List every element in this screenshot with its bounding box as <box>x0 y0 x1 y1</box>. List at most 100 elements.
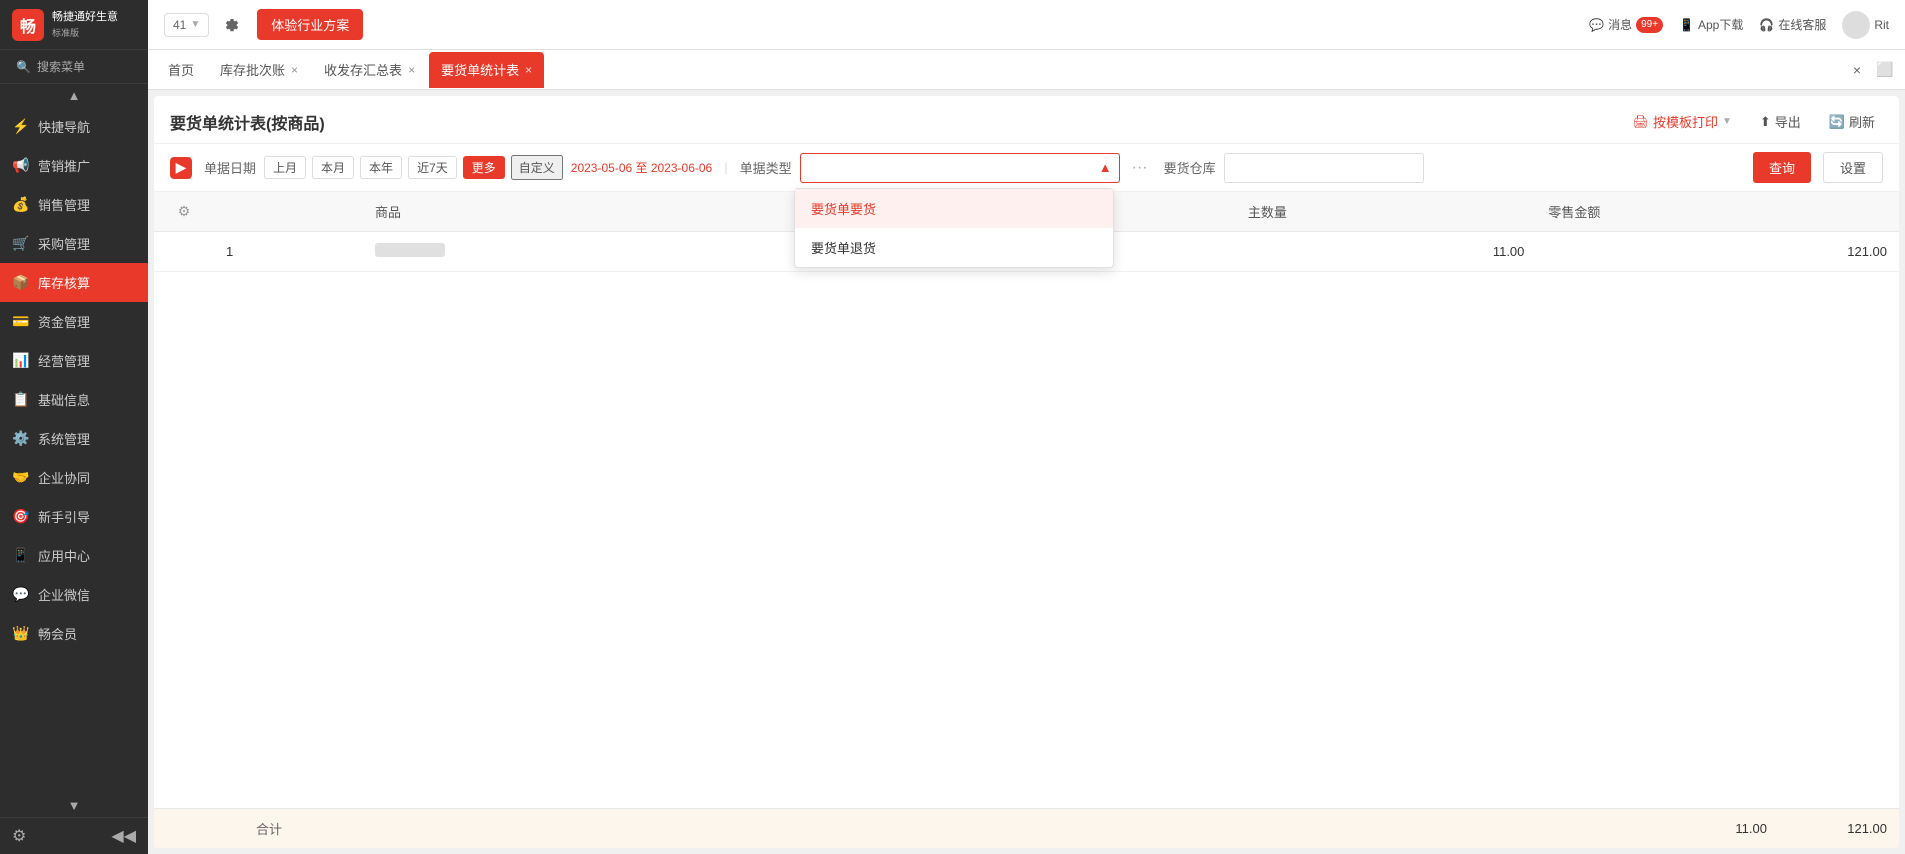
sidebar-item-purchase[interactable]: 🛒 采购管理 <box>0 224 148 263</box>
date-filter-group: 单据日期 上月 本月 本年 近7天 更多 自定义 2023-05-06 至 20… <box>204 155 712 180</box>
msg-btn[interactable]: 💬 消息 99+ <box>1589 16 1663 33</box>
phone-icon: 📱 <box>1679 18 1694 32</box>
trial-btn[interactable]: 体验行业方案 <box>257 9 363 40</box>
sidebar-item-inventory[interactable]: 📦 库存核算 <box>0 263 148 302</box>
sidebar-item-label: 经营管理 <box>38 351 90 370</box>
tab-batch-account[interactable]: 库存批次账 × <box>208 52 310 88</box>
tab-batch-account-close[interactable]: × <box>291 63 298 77</box>
date-label: 单据日期 <box>204 158 256 177</box>
product-placeholder <box>375 243 445 257</box>
app-center-icon: 📱 <box>12 547 30 565</box>
tab-batch-account-label: 库存批次账 <box>220 60 285 79</box>
sidebar-bottom: ⚙ ◀◀ <box>0 817 148 854</box>
sidebar-item-member[interactable]: 👑 畅会员 <box>0 614 148 653</box>
date-this-year-btn[interactable]: 本年 <box>360 156 402 179</box>
warehouse-input[interactable] <box>1224 153 1424 183</box>
sidebar-item-guide[interactable]: 🎯 新手引导 <box>0 497 148 536</box>
select-arrow-icon[interactable]: ▲ <box>1099 160 1112 175</box>
tab-receive-summary-close[interactable]: × <box>408 63 415 77</box>
th-settings[interactable]: ⚙ <box>154 192 214 232</box>
sidebar-item-finance[interactable]: 💳 资金管理 <box>0 302 148 341</box>
table-footer: 合计 11.00 121.00 <box>154 808 1899 848</box>
export-btn[interactable]: ⬆ 导出 <box>1752 108 1809 135</box>
type-select-input[interactable] <box>800 153 1120 183</box>
tab-close-all-btn[interactable]: × <box>1845 58 1869 82</box>
logo-sub: 标准版 <box>52 26 118 39</box>
dropdown-item-return[interactable]: 要货单退货 <box>795 228 1113 267</box>
user-label: Rit <box>1874 18 1889 32</box>
tab-requisition-stats-label: 要货单统计表 <box>441 60 519 79</box>
type-filter-group: 单据类型 ▲ ··· <box>740 153 1152 183</box>
date-7days-btn[interactable]: 近7天 <box>408 156 457 179</box>
table-wrapper: ⚙ 商品 主计量单位 主数量 零售金额 1 <box>154 192 1899 808</box>
th-product: 商品 <box>363 192 811 232</box>
sidebar-item-label: 新手引导 <box>38 507 90 526</box>
sidebar-item-system[interactable]: ⚙️ 系统管理 <box>0 419 148 458</box>
tab-home[interactable]: 首页 <box>156 52 206 88</box>
print-label: 按模板打印 <box>1653 112 1718 131</box>
footer-total-amount: 121.00 <box>1767 821 1887 836</box>
footer-label: 合计 <box>256 819 282 838</box>
sidebar-item-quick-nav[interactable]: ⚡ 快捷导航 <box>0 107 148 146</box>
quick-nav-icon: ⚡ <box>12 118 30 136</box>
search-icon: 🔍 <box>16 60 31 74</box>
tab-receive-summary[interactable]: 收发存汇总表 × <box>312 52 427 88</box>
sidebar-item-app-center[interactable]: 📱 应用中心 <box>0 536 148 575</box>
tab-requisition-stats[interactable]: 要货单统计表 × <box>429 52 544 88</box>
cell-qty: 11.00 <box>1236 232 1537 272</box>
scroll-down-btn[interactable]: ▼ <box>0 794 148 817</box>
print-btn[interactable]: 🖨 按模板打印 ▼ <box>1624 108 1739 135</box>
app-download-btn[interactable]: 📱 App下载 <box>1679 16 1743 33</box>
dropdown-item-requisition[interactable]: 要货单要货 <box>795 189 1113 228</box>
set-btn[interactable]: 设置 <box>1823 152 1883 183</box>
scroll-up-btn[interactable]: ▲ <box>0 84 148 107</box>
system-icon: ⚙️ <box>12 430 30 448</box>
col-settings-icon[interactable]: ⚙ <box>178 203 191 219</box>
search-label: 搜索菜单 <box>37 58 85 75</box>
sidebar-item-enterprise[interactable]: 🤝 企业协同 <box>0 458 148 497</box>
company-selector[interactable]: 41 ▼ <box>164 13 209 37</box>
window-btns: × ⬜ <box>1845 58 1897 82</box>
date-more-btn[interactable]: 更多 <box>463 156 505 179</box>
refresh-icon: 🔄 <box>1829 114 1845 130</box>
query-btn[interactable]: 查询 <box>1753 152 1811 183</box>
sidebar-item-label: 畅会员 <box>38 624 77 643</box>
sidebar-item-sales[interactable]: 💰 销售管理 <box>0 185 148 224</box>
tab-expand-btn[interactable]: ⬜ <box>1873 58 1897 82</box>
sidebar-item-wechat[interactable]: 💬 企业微信 <box>0 575 148 614</box>
sidebar-item-marketing[interactable]: 📢 营销推广 <box>0 146 148 185</box>
app-label: App下载 <box>1698 16 1743 33</box>
basic-info-icon: 📋 <box>12 391 30 409</box>
refresh-btn[interactable]: 🔄 刷新 <box>1821 108 1883 135</box>
print-dropdown-icon: ▼ <box>1722 116 1732 127</box>
tab-requisition-stats-close[interactable]: × <box>525 63 532 77</box>
user-btn[interactable]: Rit <box>1842 11 1889 39</box>
sidebar-item-basic-info[interactable]: 📋 基础信息 <box>0 380 148 419</box>
export-icon: ⬆ <box>1760 114 1771 130</box>
sidebar-item-operations[interactable]: 📊 经营管理 <box>0 341 148 380</box>
filter-more-btn[interactable]: ··· <box>1128 159 1152 177</box>
sidebar-item-label: 库存核算 <box>38 273 90 292</box>
expand-filter-btn[interactable]: ▶ <box>170 157 192 179</box>
sidebar-item-label: 基础信息 <box>38 390 90 409</box>
operations-icon: 📊 <box>12 352 30 370</box>
sidebar-search[interactable]: 🔍 搜索菜单 <box>0 50 148 84</box>
service-label: 在线客服 <box>1778 16 1826 33</box>
collapse-btn[interactable]: ◀◀ <box>111 826 136 846</box>
type-select-wrapper: ▲ <box>800 153 1120 183</box>
service-btn[interactable]: 🎧 在线客服 <box>1759 16 1826 33</box>
sidebar-logo: 畅 畅捷通好生意 标准版 <box>0 0 148 50</box>
header-settings-btn[interactable] <box>217 11 245 39</box>
finance-icon: 💳 <box>12 313 30 331</box>
sales-icon: 💰 <box>12 196 30 214</box>
settings-bottom-btn[interactable]: ⚙ <box>12 826 26 846</box>
date-this-month-btn[interactable]: 本月 <box>312 156 354 179</box>
cell-product <box>363 232 811 272</box>
refresh-label: 刷新 <box>1849 112 1875 131</box>
inventory-icon: 📦 <box>12 274 30 292</box>
date-custom-btn[interactable]: 自定义 <box>511 155 563 180</box>
wechat-icon: 💬 <box>12 586 30 604</box>
page-title: 要货单统计表(按商品) <box>170 110 325 134</box>
enterprise-icon: 🤝 <box>12 469 30 487</box>
date-last-month-btn[interactable]: 上月 <box>264 156 306 179</box>
